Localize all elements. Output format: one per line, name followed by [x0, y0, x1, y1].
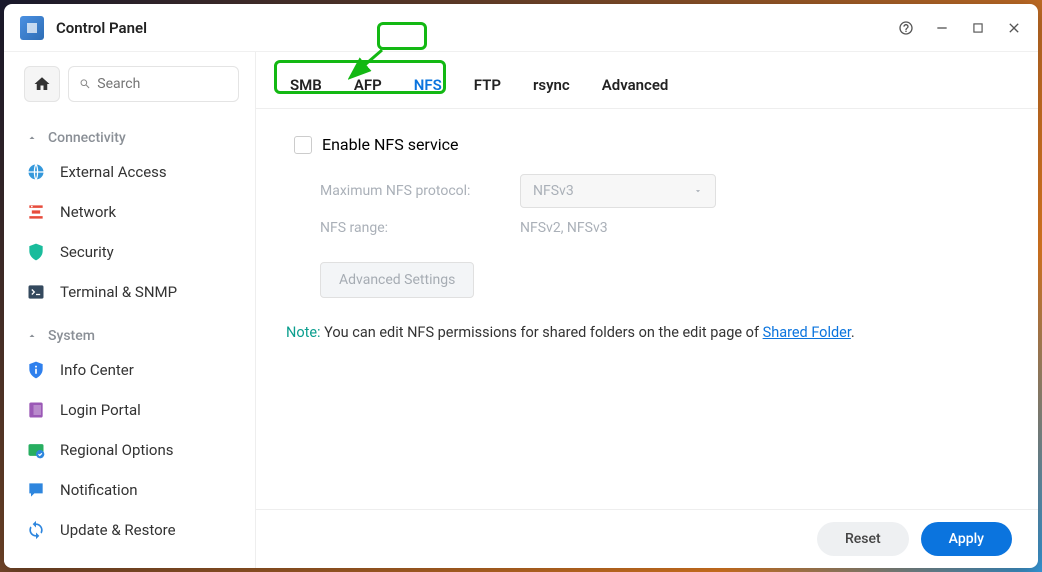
note-text: You can edit NFS permissions for shared …	[321, 324, 763, 341]
sidebar-item-label: Notification	[60, 481, 138, 499]
note-row: Note: You can edit NFS permissions for s…	[286, 324, 1008, 341]
tab-nfs[interactable]: NFS	[410, 74, 446, 96]
help-button[interactable]	[898, 20, 914, 36]
update-icon	[26, 520, 46, 540]
sidebar-item-label: Info Center	[60, 361, 134, 379]
minimize-button[interactable]	[934, 20, 950, 36]
tab-rsync[interactable]: rsync	[529, 74, 574, 96]
nfs-range-row: NFS range: NFSv2, NFSv3	[320, 220, 1008, 236]
region-icon	[26, 440, 46, 460]
info-icon	[26, 360, 46, 380]
sidebar-item-regional-options[interactable]: Regional Options	[4, 430, 255, 470]
sidebar-item-notification[interactable]: Notification	[4, 470, 255, 510]
maximize-button[interactable]	[970, 20, 986, 36]
search-icon	[79, 77, 91, 91]
sidebar-top	[4, 52, 255, 114]
sidebar-item-terminal-snmp[interactable]: Terminal & SNMP	[4, 272, 255, 312]
main-panel: SMB AFP NFS FTP rsync Advanced Enable NFS ser…	[256, 52, 1038, 568]
tab-advanced[interactable]: Advanced	[598, 74, 673, 96]
enable-nfs-label: Enable NFS service	[322, 135, 459, 154]
sidebar-item-update-restore[interactable]: Update & Restore	[4, 510, 255, 550]
tab-afp[interactable]: AFP	[350, 74, 386, 96]
section-title: System	[48, 328, 95, 344]
search-field[interactable]	[68, 66, 239, 102]
max-protocol-label: Maximum NFS protocol:	[320, 183, 520, 199]
advanced-settings-button[interactable]: Advanced Settings	[320, 262, 474, 298]
nfs-range-label: NFS range:	[320, 220, 520, 236]
max-protocol-select[interactable]: NFSv3	[520, 174, 716, 208]
note-label: Note:	[286, 324, 321, 341]
chat-icon	[26, 480, 46, 500]
control-panel-window: Control Panel	[4, 4, 1038, 568]
section-header-system[interactable]: System	[4, 312, 255, 350]
titlebar: Control Panel	[4, 4, 1038, 52]
sidebar: Connectivity External Access Network Securi…	[4, 52, 256, 568]
tabs: SMB AFP NFS FTP rsync Advanced	[256, 52, 1038, 109]
sidebar-item-external-access[interactable]: External Access	[4, 152, 255, 192]
terminal-icon	[26, 282, 46, 302]
door-icon	[26, 400, 46, 420]
network-icon	[26, 202, 46, 222]
close-button[interactable]	[1006, 20, 1022, 36]
sidebar-item-network[interactable]: Network	[4, 192, 255, 232]
sidebar-item-login-portal[interactable]: Login Portal	[4, 390, 255, 430]
search-input[interactable]	[97, 76, 228, 92]
globe-icon	[26, 162, 46, 182]
sidebar-item-label: Regional Options	[60, 441, 174, 459]
sidebar-item-label: Network	[60, 203, 116, 221]
apply-button[interactable]: Apply	[921, 522, 1012, 556]
sidebar-item-security[interactable]: Security	[4, 232, 255, 272]
home-button[interactable]	[24, 66, 60, 102]
app-icon	[20, 16, 44, 40]
nfs-range-value: NFSv2, NFSv3	[520, 220, 608, 236]
sidebar-item-label: Update & Restore	[60, 521, 176, 539]
enable-nfs-checkbox[interactable]	[294, 136, 312, 154]
reset-button[interactable]: Reset	[817, 522, 909, 556]
content-area: Enable NFS service Maximum NFS protocol:…	[256, 109, 1038, 509]
sidebar-list[interactable]: Connectivity External Access Network Securi…	[4, 114, 255, 568]
sidebar-item-label: Terminal & SNMP	[60, 283, 177, 301]
footer: Reset Apply	[256, 509, 1038, 568]
max-protocol-value: NFSv3	[533, 183, 574, 199]
sidebar-item-label: External Access	[60, 163, 167, 181]
body: Connectivity External Access Network Securi…	[4, 52, 1038, 568]
home-icon	[33, 75, 51, 93]
tab-ftp[interactable]: FTP	[470, 74, 505, 96]
window-controls	[898, 20, 1022, 36]
window-title: Control Panel	[56, 19, 898, 37]
enable-nfs-row[interactable]: Enable NFS service	[286, 127, 473, 162]
chevron-up-icon	[26, 132, 38, 144]
section-title: Connectivity	[48, 130, 126, 146]
sidebar-item-label: Security	[60, 243, 114, 261]
section-header-connectivity[interactable]: Connectivity	[4, 114, 255, 152]
sidebar-item-info-center[interactable]: Info Center	[4, 350, 255, 390]
max-protocol-row: Maximum NFS protocol: NFSv3	[320, 174, 1008, 208]
shield-icon	[26, 242, 46, 262]
tab-smb[interactable]: SMB	[286, 74, 326, 96]
chevron-up-icon	[26, 330, 38, 342]
chevron-down-icon	[693, 186, 703, 196]
shared-folder-link[interactable]: Shared Folder	[763, 324, 851, 341]
note-suffix: .	[851, 324, 855, 341]
sidebar-item-label: Login Portal	[60, 401, 141, 419]
